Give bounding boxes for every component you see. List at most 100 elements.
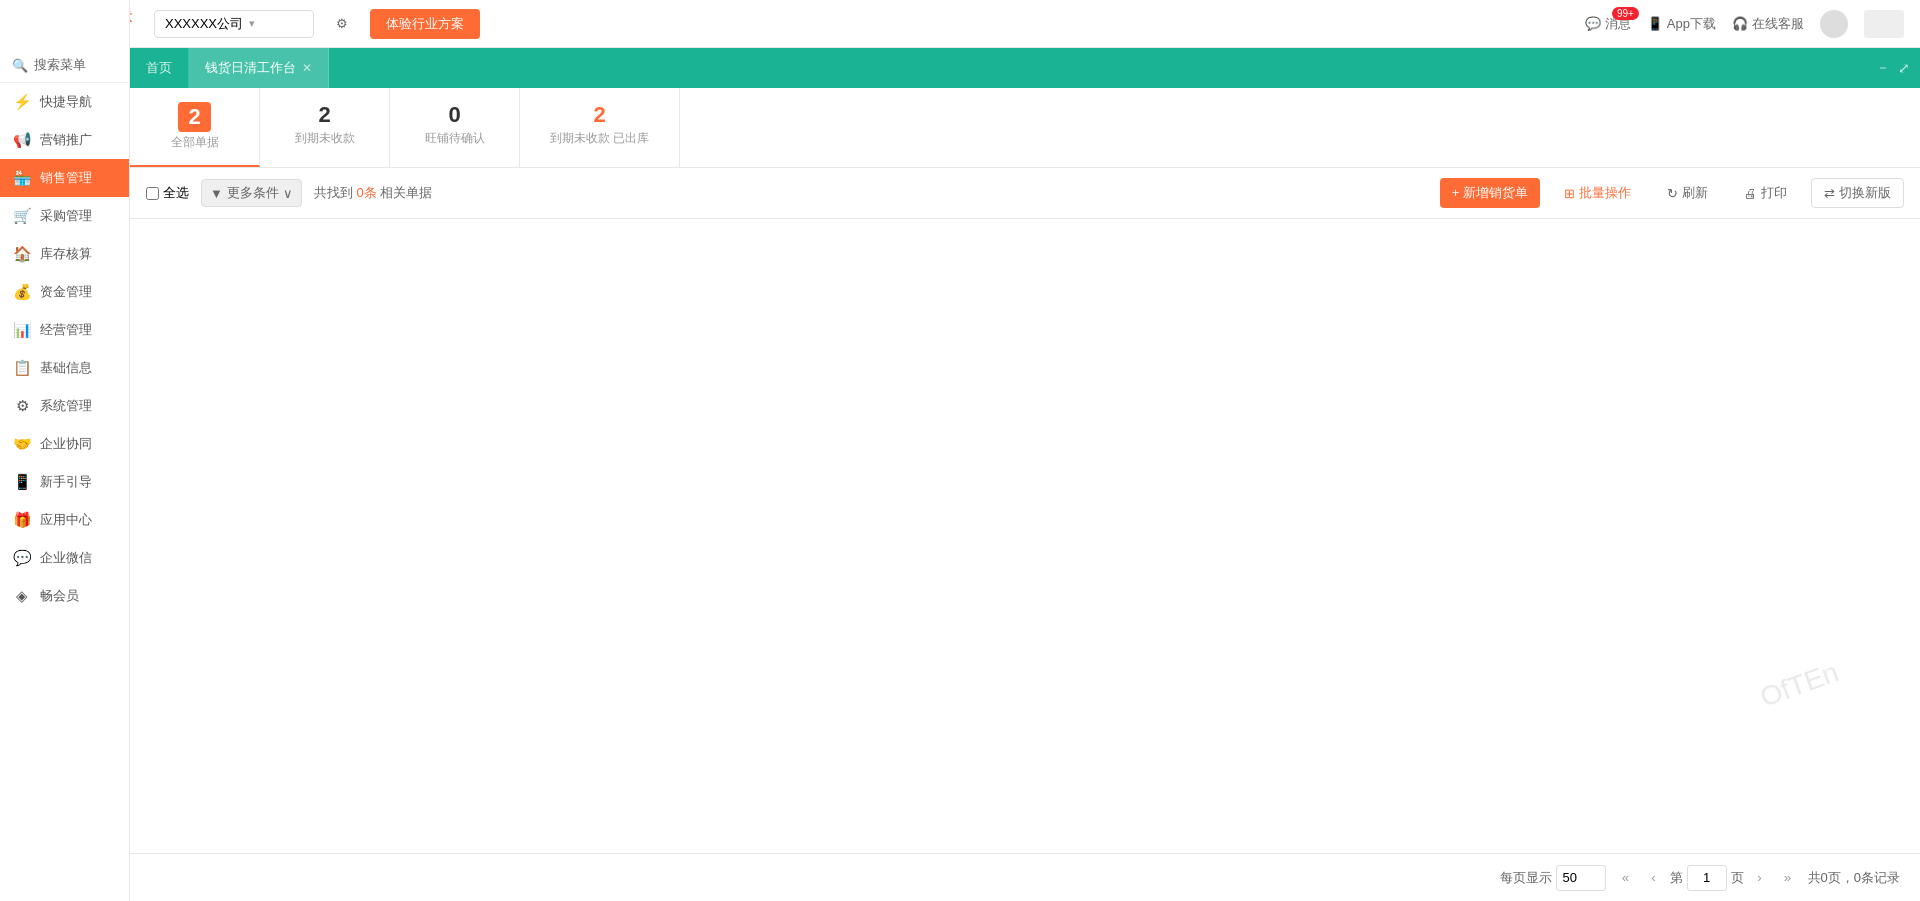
batch-icon: ⊞ <box>1564 186 1575 201</box>
sidebar-item-label: 营销推广 <box>40 131 92 149</box>
sidebar-item-cooperation[interactable]: 🤝企业协同 <box>0 425 129 463</box>
sidebar-item-sales[interactable]: 🏪 销售管理 <box>0 159 129 197</box>
select-all-input[interactable] <box>146 187 159 200</box>
stat-label: 旺铺待确认 <box>425 130 485 147</box>
sidebar: 🔍 搜索菜单 ⚡ 快捷导航 📢 营销推广 🏪 销售管理 🛒 采购管理 🏠 库存核算 💰 资金管理 📊 经营… <box>0 0 130 901</box>
sidebar-item-label: 新手引导 <box>40 473 92 491</box>
sidebar-item-label: 畅会员 <box>40 587 79 605</box>
next-page-button[interactable]: › <box>1748 866 1772 890</box>
page-size-selector: 每页显示 <box>1500 865 1606 891</box>
sidebar-item-operation[interactable]: 📊 经营管理 <box>0 311 129 349</box>
filter-button[interactable]: ▼ 更多条件 ∨ <box>201 179 302 207</box>
print-button[interactable]: 🖨 打印 <box>1732 178 1799 208</box>
refresh-icon: ↻ <box>1667 186 1678 201</box>
batch-operation-button[interactable]: ⊞ 批量操作 <box>1552 178 1643 208</box>
tab-label: 首页 <box>146 59 172 77</box>
sidebar-item-label: 系统管理 <box>40 397 92 415</box>
sidebar-item-inventory[interactable]: 🏠 库存核算 <box>0 235 129 273</box>
system-icon: ⚙ <box>12 397 32 415</box>
sidebar-item-system[interactable]: ⚙ 系统管理 <box>0 387 129 425</box>
select-all-checkbox[interactable]: 全选 <box>146 184 189 202</box>
quick-nav-icon: ⚡ <box>12 93 32 111</box>
total-info: 共0页，0条记录 <box>1808 869 1900 887</box>
print-icon: 🖨 <box>1744 186 1757 201</box>
sidebar-item-quick-nav[interactable]: ⚡ 快捷导航 <box>0 83 129 121</box>
download-icon: 📱 <box>1647 16 1663 31</box>
finance-icon: 💰 <box>12 283 32 301</box>
content-area: 2 全部单据 2到期未收款 0 旺铺待确认 2到期未收款 已出库 全选 ▼ 更多条件 ∨ … <box>130 88 1920 901</box>
nav-tabs: 首页 钱货日清工作台 ✕ － ⤢ <box>130 48 1920 88</box>
inventory-icon: 🏠 <box>12 245 32 263</box>
table-area <box>130 219 1920 779</box>
sales-icon: 🏪 <box>12 169 32 187</box>
header-right: 💬 消息 99+ 📱 App下载 🎧 在线客服 <box>1585 10 1904 38</box>
marketing-icon: 📢 <box>12 131 32 149</box>
chevron-down-icon: ▾ <box>249 17 255 30</box>
user-menu[interactable] <box>1864 10 1904 38</box>
apps-icon: 🎁 <box>12 511 32 529</box>
stat-tab-2[interactable]: 0 旺铺待确认 <box>390 88 520 167</box>
sidebar-item-marketing[interactable]: 📢 营销推广 <box>0 121 129 159</box>
pagination: 每页显示 « ‹ 第 页 › » 共0页，0条记录 <box>130 853 1920 901</box>
main-content: 2 全部单据 2到期未收款 0 旺铺待确认 2到期未收款 已出库 全选 ▼ 更多条件 ∨ … <box>130 88 1920 901</box>
wechat-icon: 💬 <box>12 549 32 567</box>
settings-button[interactable]: ⚙ <box>326 8 358 40</box>
last-page-button[interactable]: » <box>1776 866 1800 890</box>
stat-number: 2 <box>178 102 210 132</box>
prev-page-button[interactable]: ‹ <box>1642 866 1666 890</box>
sidebar-item-purchase[interactable]: 🛒 采购管理 <box>0 197 129 235</box>
tab-close-icon[interactable]: ✕ <box>302 61 312 75</box>
sidebar-item-label: 基础信息 <box>40 359 92 377</box>
nav-tab-actions: － ⤢ <box>1866 48 1920 88</box>
nav-tab-钱货日清工作台[interactable]: 钱货日清工作台 ✕ <box>189 48 329 88</box>
found-count: 0条 <box>357 185 377 200</box>
stat-tab-1[interactable]: 2到期未收款 <box>260 88 390 167</box>
stat-number: 2 <box>318 102 330 128</box>
app-download-button[interactable]: 📱 App下载 <box>1647 15 1716 33</box>
sidebar-item-label: 销售管理 <box>40 169 92 187</box>
sidebar-item-label: 经营管理 <box>40 321 92 339</box>
toolbar-right: + 新增销货单 ⊞ 批量操作 ↻ 刷新 🖨 打印 ⇄ 切换新版 <box>1440 178 1904 208</box>
nav-tab-首页[interactable]: 首页 <box>130 48 189 88</box>
refresh-button[interactable]: ↻ 刷新 <box>1655 178 1720 208</box>
page-size-label: 每页显示 <box>1500 869 1552 887</box>
sidebar-item-basic[interactable]: 📋基础信息 <box>0 349 129 387</box>
sidebar-item-finance[interactable]: 💰 资金管理 <box>0 273 129 311</box>
sidebar-item-label: 库存核算 <box>40 245 92 263</box>
messages-button[interactable]: 💬 消息 99+ <box>1585 15 1631 33</box>
toolbar: 全选 ▼ 更多条件 ∨ 共找到 0条 相关单据 + 新增销货单 ⊞ 批量操作 <box>130 168 1920 219</box>
current-page-input[interactable] <box>1687 865 1727 891</box>
switch-icon: ⇄ <box>1824 186 1835 201</box>
avatar[interactable] <box>1820 10 1848 38</box>
purchase-icon: 🛒 <box>12 207 32 225</box>
stat-label: 全部单据 <box>171 134 219 151</box>
page-label: 第 <box>1670 869 1683 887</box>
minimize-icon[interactable]: － <box>1876 59 1890 77</box>
page-size-input[interactable] <box>1556 865 1606 891</box>
message-icon: 💬 <box>1585 16 1601 31</box>
stat-tab-0[interactable]: 2 全部单据 <box>130 88 260 167</box>
sidebar-item-member[interactable]: ◈畅会员 <box>0 577 129 615</box>
stat-number: 2 <box>594 102 606 128</box>
online-service-button[interactable]: 🎧 在线客服 <box>1732 15 1804 33</box>
stat-tab-3[interactable]: 2到期未收款 已出库 <box>520 88 680 167</box>
search-menu-button[interactable]: 🔍 搜索菜单 <box>0 48 129 83</box>
sidebar-item-label: 快捷导航 <box>40 93 92 111</box>
chevron-icon: ∨ <box>283 186 293 201</box>
select-all-label: 全选 <box>163 184 189 202</box>
sidebar-item-guide[interactable]: 📱新手引导 <box>0 463 129 501</box>
company-selector[interactable]: XXXXXX公司 ▾ <box>154 10 314 38</box>
sidebar-item-wechat[interactable]: 💬企业微信 <box>0 539 129 577</box>
sidebar-item-apps[interactable]: 🎁应用中心 <box>0 501 129 539</box>
page-nav: « ‹ 第 页 › » <box>1614 865 1800 891</box>
tab-label: 钱货日清工作台 <box>205 59 296 77</box>
operation-icon: 📊 <box>12 321 32 339</box>
add-sales-order-button[interactable]: + 新增销货单 <box>1440 178 1540 208</box>
trial-button[interactable]: 体验行业方案 <box>370 9 480 39</box>
first-page-button[interactable]: « <box>1614 866 1638 890</box>
stat-number: 0 <box>448 102 460 128</box>
maximize-icon[interactable]: ⤢ <box>1898 60 1910 76</box>
switch-version-button[interactable]: ⇄ 切换新版 <box>1811 178 1904 208</box>
sidebar-item-label: 采购管理 <box>40 207 92 225</box>
sidebar-item-label: 资金管理 <box>40 283 92 301</box>
